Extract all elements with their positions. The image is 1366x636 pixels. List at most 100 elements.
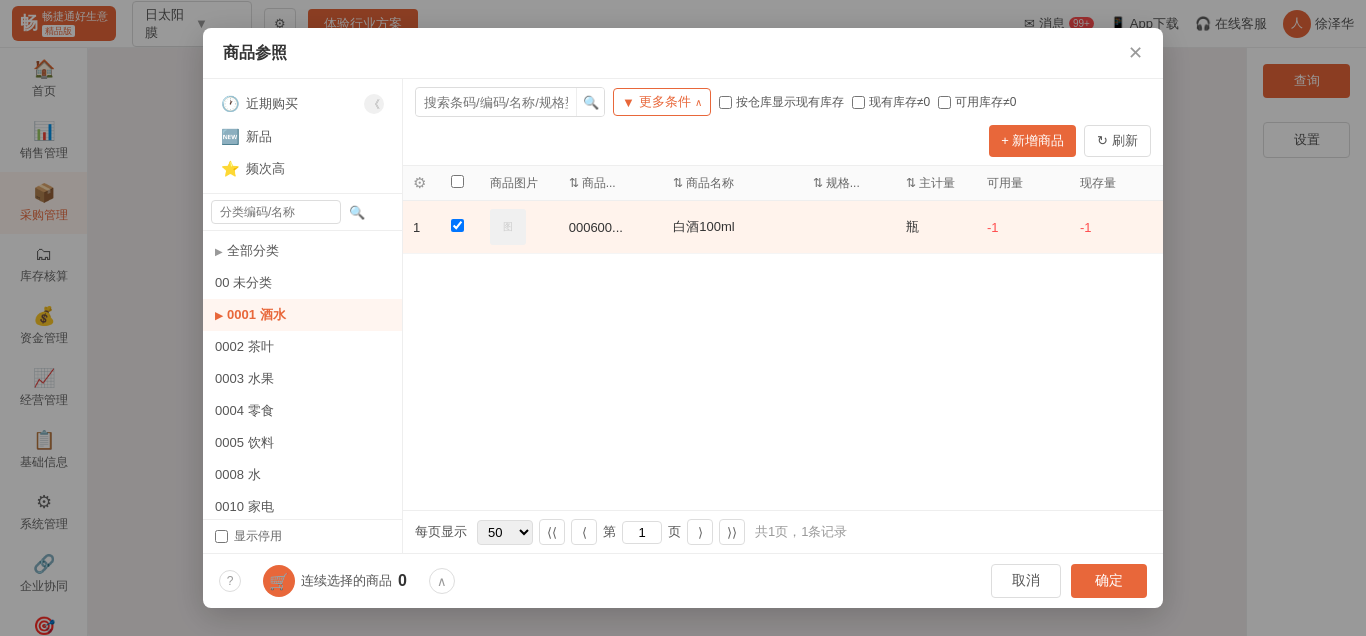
th-settings: ⚙ (403, 166, 441, 201)
modal-left-panel: 🕐 近期购买 《 🆕 新品 ⭐ 频次高 🔍 (203, 79, 403, 553)
product-search-input[interactable] (416, 90, 576, 115)
available-stock-checkbox-wrap: 可用库存≠0 (938, 94, 1016, 111)
cell-checkbox (441, 201, 479, 254)
filter-icon: ▼ (622, 95, 635, 110)
category-snacks[interactable]: 0004 零食 (203, 395, 402, 427)
category-drinks[interactable]: 0005 饮料 (203, 427, 402, 459)
th-name: ⇅ 商品名称 (663, 166, 802, 201)
category-all[interactable]: ▶ 全部分类 (203, 235, 402, 267)
sort-icon: ⇅ (813, 176, 823, 190)
th-stock: 现存量 (1070, 166, 1163, 201)
cell-spec (803, 201, 896, 254)
arrow-icon: ▶ (215, 310, 223, 321)
product-search-button[interactable]: 🔍 (576, 88, 604, 116)
th-available: 可用量 (977, 166, 1070, 201)
product-search-wrap: 🔍 (415, 87, 605, 117)
sort-icon: ⇅ (673, 176, 683, 190)
row-checkbox[interactable] (451, 219, 464, 232)
modal-overlay: 商品参照 ✕ 🕐 近期购买 《 🆕 新品 ⭐ (0, 0, 1366, 636)
modal-right-panel: 🔍 ▼ 更多条件 ∧ 按仓库显示现有库存 现有库存≠0 (403, 79, 1163, 553)
filter-arrow-icon: ∧ (695, 97, 702, 108)
modal-footer: ? 🛒 连续选择的商品 0 ∧ 取消 确定 (203, 553, 1163, 608)
table-row[interactable]: 1 图 000600... (403, 201, 1163, 254)
new-icon: 🆕 (221, 128, 240, 146)
sort-icon: ⇅ (906, 176, 916, 190)
category-water[interactable]: 0008 水 (203, 459, 402, 491)
current-stock-checkbox-wrap: 现有库存≠0 (852, 94, 930, 111)
cell-num: 1 (403, 201, 441, 254)
footer-actions: 取消 确定 (991, 564, 1147, 598)
cell-name: 白酒100ml (663, 201, 802, 254)
footer-collapse-button[interactable]: ∧ (429, 568, 455, 594)
cell-stock: -1 (1070, 201, 1163, 254)
th-checkbox (441, 166, 479, 201)
page-size-label: 每页显示 (415, 523, 467, 541)
product-toolbar: 🔍 ▼ 更多条件 ∧ 按仓库显示现有库存 现有库存≠0 (403, 79, 1163, 166)
cell-image: 图 (480, 201, 559, 254)
frequent-item[interactable]: ⭐ 频次高 (211, 153, 394, 185)
page-suffix: 页 (668, 523, 681, 541)
display-disabled-checkbox[interactable] (215, 530, 228, 543)
category-search-row: 🔍 (203, 194, 402, 231)
th-unit: ⇅ 主计量 (896, 166, 977, 201)
page-label: 第 (603, 523, 616, 541)
star-icon: ⭐ (221, 160, 240, 178)
cancel-button[interactable]: 取消 (991, 564, 1061, 598)
refresh-button[interactable]: ↻ 刷新 (1084, 125, 1151, 157)
modal-title: 商品参照 (223, 43, 1128, 64)
table-header: ⚙ 商品图片 (403, 166, 1163, 201)
table-body: 1 图 000600... (403, 201, 1163, 254)
confirm-button[interactable]: 确定 (1071, 564, 1147, 598)
help-button[interactable]: ? (219, 570, 241, 592)
last-page-button[interactable]: ⟩⟩ (719, 519, 745, 545)
modal-body: 🕐 近期购买 《 🆕 新品 ⭐ 频次高 🔍 (203, 79, 1163, 553)
cell-code: 000600... (559, 201, 664, 254)
cell-available: -1 (977, 201, 1070, 254)
page-total: 共1页，1条记录 (755, 523, 847, 541)
cart-count: 0 (398, 572, 407, 590)
th-spec: ⇅ 规格... (803, 166, 896, 201)
collapse-panel-button[interactable]: 《 (364, 94, 384, 114)
th-code: ⇅ 商品... (559, 166, 664, 201)
recent-icon: 🕐 (221, 95, 240, 113)
category-list: ▶ 全部分类 00 未分类 ▶ 0001 酒水 0002 茶叶 0003 水果 (203, 231, 402, 519)
pagination-bar: 每页显示 50 10 20 100 ⟨⟨ ⟨ 第 页 ⟩ ⟩⟩ 共1页，1条记录 (403, 510, 1163, 553)
add-product-button[interactable]: + 新增商品 (989, 125, 1076, 157)
warehouse-stock-checkbox[interactable] (719, 96, 732, 109)
category-fruit[interactable]: 0003 水果 (203, 363, 402, 395)
sort-icon: ⇅ (569, 176, 579, 190)
product-table-wrap: ⚙ 商品图片 (403, 166, 1163, 510)
prev-page-button[interactable]: ⟨ (571, 519, 597, 545)
quick-access-area: 🕐 近期购买 《 🆕 新品 ⭐ 频次高 (203, 79, 402, 194)
first-page-button[interactable]: ⟨⟨ (539, 519, 565, 545)
category-search-input[interactable] (211, 200, 341, 224)
next-page-button[interactable]: ⟩ (687, 519, 713, 545)
arrow-icon: ▶ (215, 246, 223, 257)
product-image: 图 (490, 209, 526, 245)
category-search-button[interactable]: 🔍 (345, 200, 369, 224)
toolbar-right: + 新增商品 ↻ 刷新 (989, 125, 1151, 157)
category-liquor[interactable]: ▶ 0001 酒水 (203, 299, 402, 331)
warehouse-stock-checkbox-wrap: 按仓库显示现有库存 (719, 94, 844, 111)
category-unclassified[interactable]: 00 未分类 (203, 267, 402, 299)
recent-purchase-item[interactable]: 🕐 近期购买 《 (211, 87, 394, 121)
page-input[interactable] (622, 521, 662, 544)
available-stock-checkbox[interactable] (938, 96, 951, 109)
filter-button[interactable]: ▼ 更多条件 ∧ (613, 88, 711, 116)
product-reference-modal: 商品参照 ✕ 🕐 近期购买 《 🆕 新品 ⭐ (203, 28, 1163, 608)
page-size-select[interactable]: 50 10 20 100 (477, 520, 533, 545)
cart-text: 连续选择的商品 (301, 572, 392, 590)
modal-header: 商品参照 ✕ (203, 28, 1163, 79)
column-settings-icon[interactable]: ⚙ (413, 174, 426, 191)
select-all-checkbox[interactable] (451, 175, 464, 188)
modal-close-button[interactable]: ✕ (1128, 42, 1143, 64)
category-tea[interactable]: 0002 茶叶 (203, 331, 402, 363)
product-table: ⚙ 商品图片 (403, 166, 1163, 254)
category-appliances[interactable]: 0010 家电 (203, 491, 402, 519)
display-disabled-area: 显示停用 (203, 519, 402, 553)
cart-area: 🛒 连续选择的商品 0 (263, 565, 407, 597)
current-stock-checkbox[interactable] (852, 96, 865, 109)
cart-icon: 🛒 (263, 565, 295, 597)
th-image: 商品图片 (480, 166, 559, 201)
new-products-item[interactable]: 🆕 新品 (211, 121, 394, 153)
